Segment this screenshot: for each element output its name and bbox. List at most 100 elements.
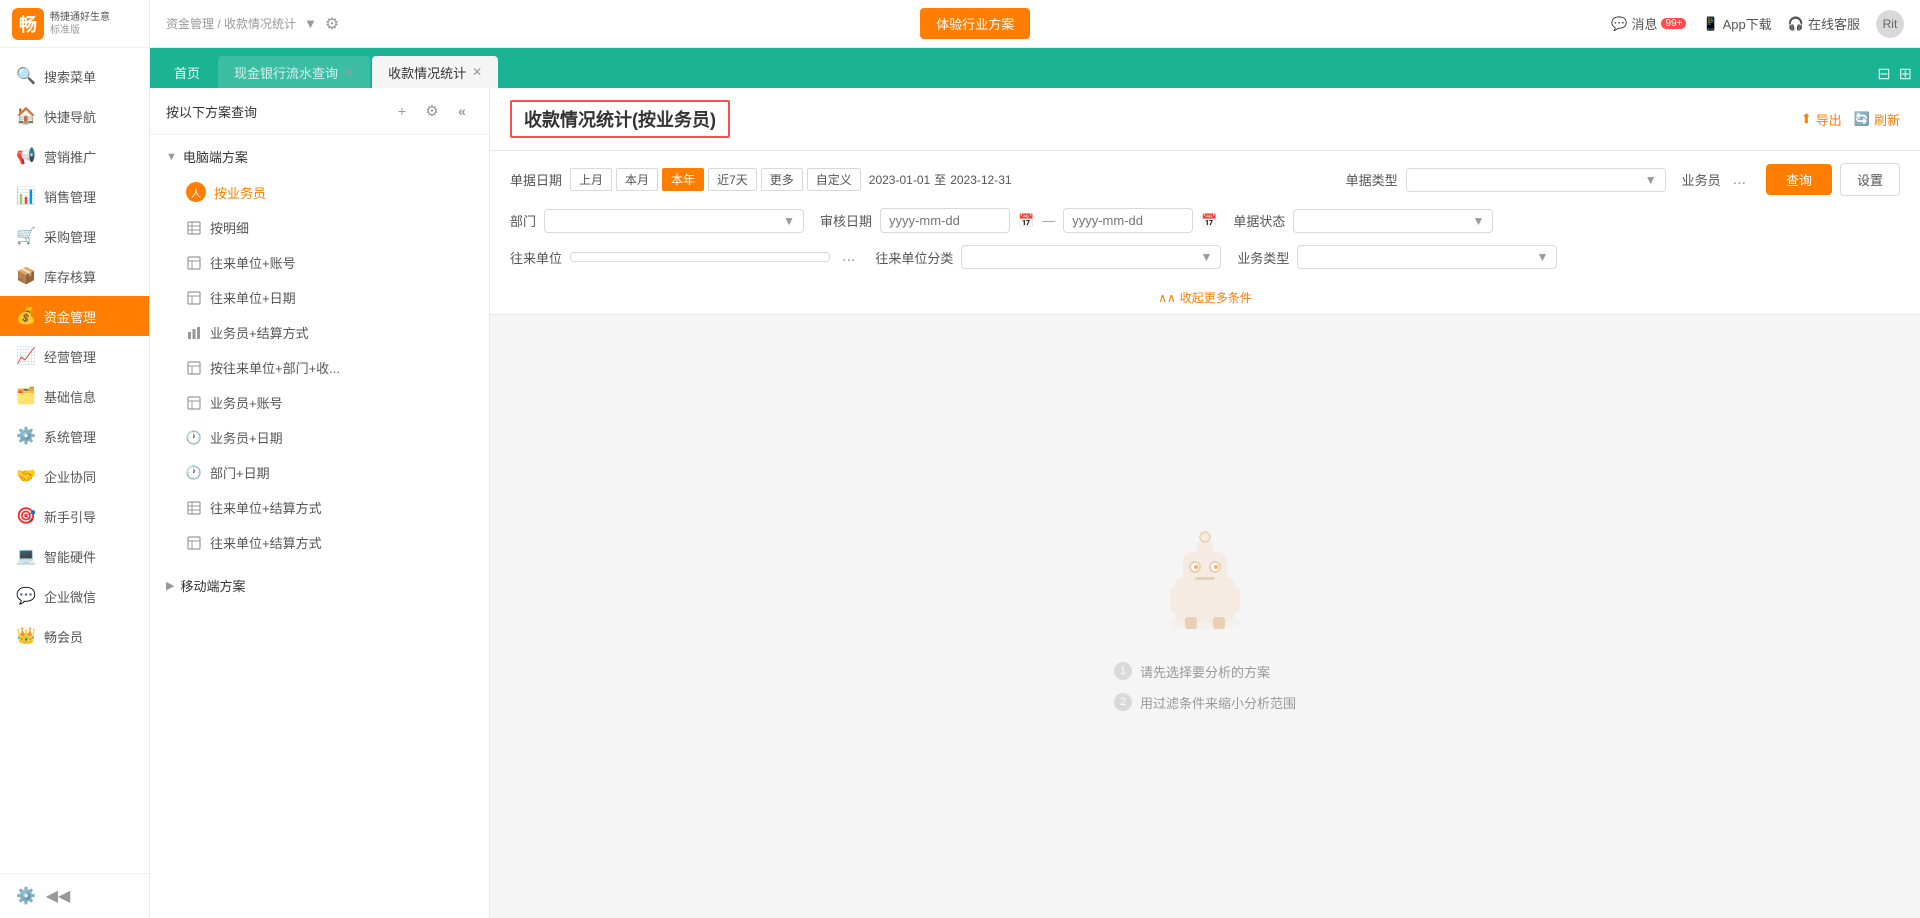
sidebar-item-marketing[interactable]: 📢 营销推广 [0,136,149,176]
date-btn-custom[interactable]: 自定义 [807,168,861,191]
page-header: 收款情况统计(按业务员) ⬆ 导出 🔄 刷新 [490,88,1920,151]
finance-icon: 💰 [16,306,36,326]
tab-receipt[interactable]: 收款情况统计 ✕ [372,56,498,88]
scheme-item-dept-date[interactable]: 🕐 部门+日期 [150,455,489,490]
wechat-icon: 💬 [16,586,36,606]
date-label: 单据日期 [510,170,562,189]
breadcrumb: 资金管理 / 收款情况统计 [166,15,296,32]
filter-settings-button[interactable]: 设置 [1840,163,1900,196]
sidebar-item-basic[interactable]: 🗂️ 基础信息 [0,376,149,416]
date-btn-last-month[interactable]: 上月 [570,168,612,191]
scheme-settings-button[interactable]: ⚙ [421,100,443,122]
sidebar-item-hardware[interactable]: 💻 智能硬件 [0,536,149,576]
business-type-select[interactable]: ▼ [1297,245,1557,269]
partner-more-btn[interactable]: ... [838,248,859,266]
doc-type-select[interactable]: ▼ [1406,168,1666,192]
tab-bar: 首页 现金银行流水查询 ✕ 收款情况统计 ✕ ⊟ ⊞ [150,48,1920,88]
clock-icon2: 🕐 [186,465,202,481]
business-type-caret: ▼ [1537,250,1549,264]
scheme-item-partner-settle1[interactable]: 往来单位+结算方式 [150,490,489,525]
filter-row-3: 往来单位 ... 往来单位分类 ▼ [510,245,1900,269]
trial-button[interactable]: 体验行业方案 [920,8,1030,39]
review-date-filter: 审核日期 📅 — 📅 [820,208,1217,233]
sidebar-item-wechat[interactable]: 💬 企业微信 [0,576,149,616]
scheme-item-partner-account[interactable]: 往来单位+账号 [150,245,489,280]
filter-row-2: 部门 ▼ 审核日期 📅 — 📅 [510,208,1900,233]
scheme-item-salesperson-account[interactable]: 业务员+账号 [150,385,489,420]
refresh-button[interactable]: 🔄 刷新 [1854,110,1900,129]
scheme-item-partner-settle2[interactable]: 往来单位+结算方式 [150,525,489,560]
online-service-button[interactable]: 🎧 在线客服 [1788,14,1860,33]
tab-minimize-icon[interactable]: ⊟ [1877,64,1890,84]
partner-category-select[interactable]: ▼ [961,245,1221,269]
query-button[interactable]: 查询 [1766,164,1832,195]
date-start: 2023-01-01 [869,173,930,187]
partner-dept-icon [186,360,202,376]
sidebar-item-sales[interactable]: 📊 销售管理 [0,176,149,216]
scheme-item-partner-dept[interactable]: 按往来单位+部门+收... [150,350,489,385]
collapse-sidebar-icon[interactable]: ◀◀ [48,886,68,906]
export-button[interactable]: ⬆ 导出 [1801,110,1842,129]
operation-icon: 📈 [16,346,36,366]
partner-select[interactable] [570,252,830,262]
add-scheme-button[interactable]: + [391,100,413,122]
sidebar-item-operation[interactable]: 📈 经营管理 [0,336,149,376]
settings-footer-icon[interactable]: ⚙️ [16,886,36,906]
desktop-scheme-chevron: ▼ [166,151,177,163]
sidebar-item-member[interactable]: 👑 畅会员 [0,616,149,656]
tab-expand-icon[interactable]: ⊞ [1899,64,1912,84]
sidebar-item-inventory[interactable]: 📦 库存核算 [0,256,149,296]
scheme-item-salesperson-settle[interactable]: 业务员+结算方式 [150,315,489,350]
breadcrumb-dropdown-icon[interactable]: ▼ [304,16,317,31]
date-btn-7days[interactable]: 近7天 [708,168,757,191]
hardware-icon: 💻 [16,546,36,566]
dept-label: 部门 [510,211,536,230]
empty-tip-1: 1 请先选择要分析的方案 [1114,662,1296,681]
grid-icon1 [186,500,202,516]
tab-receipt-close[interactable]: ✕ [472,65,482,79]
sidebar-item-quicknav[interactable]: 🏠 快捷导航 [0,96,149,136]
date-btn-more[interactable]: 更多 [761,168,803,191]
app-download-button[interactable]: 📱 App下载 [1702,14,1771,33]
sidebar-item-system[interactable]: ⚙️ 系统管理 [0,416,149,456]
sidebar-item-guide[interactable]: 🎯 新手引导 [0,496,149,536]
scheme-item-by-salesperson[interactable]: 人 按业务员 [150,174,489,210]
mobile-scheme-group: ▶ 移动端方案 [150,564,489,607]
scheme-item-salesperson-date[interactable]: 🕐 业务员+日期 [150,420,489,455]
scheme-item-by-detail[interactable]: 按明细 [150,210,489,245]
home-icon: 🏠 [16,106,36,126]
desktop-scheme-header[interactable]: ▼ 电脑端方案 [150,139,489,174]
headset-icon: 🎧 [1788,16,1804,32]
sidebar-item-purchase[interactable]: 🛒 采购管理 [0,216,149,256]
dept-select[interactable]: ▼ [544,209,804,233]
collapse-more-button[interactable]: ∧∧ 收起更多条件 [510,281,1900,314]
tab-bank[interactable]: 现金银行流水查询 ✕ [218,56,370,88]
mobile-scheme-header[interactable]: ▶ 移动端方案 [150,568,489,603]
user-avatar[interactable]: Rit [1876,10,1904,38]
tab-home[interactable]: 首页 [158,56,216,88]
review-date-end-input[interactable] [1063,208,1193,233]
date-btn-this-month[interactable]: 本月 [616,168,658,191]
member-icon: 👑 [16,626,36,646]
collapse-panel-button[interactable]: « [451,100,473,122]
scheme-item-partner-date[interactable]: 往来单位+日期 [150,280,489,315]
table-icon [186,535,202,551]
marketing-icon: 📢 [16,146,36,166]
salesperson-label: 业务员 [1682,170,1721,189]
salesperson-account-icon [186,395,202,411]
tab-bank-close[interactable]: ✕ [344,65,354,79]
date-btn-this-year[interactable]: 本年 [662,168,704,191]
calendar-icon2[interactable]: 📅 [1201,213,1217,229]
inventory-icon: 📦 [16,266,36,286]
settings-header-icon[interactable]: ⚙ [325,14,339,34]
sidebar-item-finance[interactable]: 💰 资金管理 [0,296,149,336]
salesperson-filter: 业务员 ... [1682,170,1750,189]
right-content: 收款情况统计(按业务员) ⬆ 导出 🔄 刷新 [490,88,1920,918]
salesperson-more-btn[interactable]: ... [1729,171,1750,189]
sidebar-item-search[interactable]: 🔍 搜索菜单 [0,56,149,96]
review-date-start-input[interactable] [880,208,1010,233]
doc-status-select[interactable]: ▼ [1293,209,1493,233]
sidebar-item-enterprise[interactable]: 🤝 企业协同 [0,456,149,496]
calendar-icon1[interactable]: 📅 [1018,213,1034,229]
messages-button[interactable]: 💬 消息 99+ [1611,14,1686,33]
